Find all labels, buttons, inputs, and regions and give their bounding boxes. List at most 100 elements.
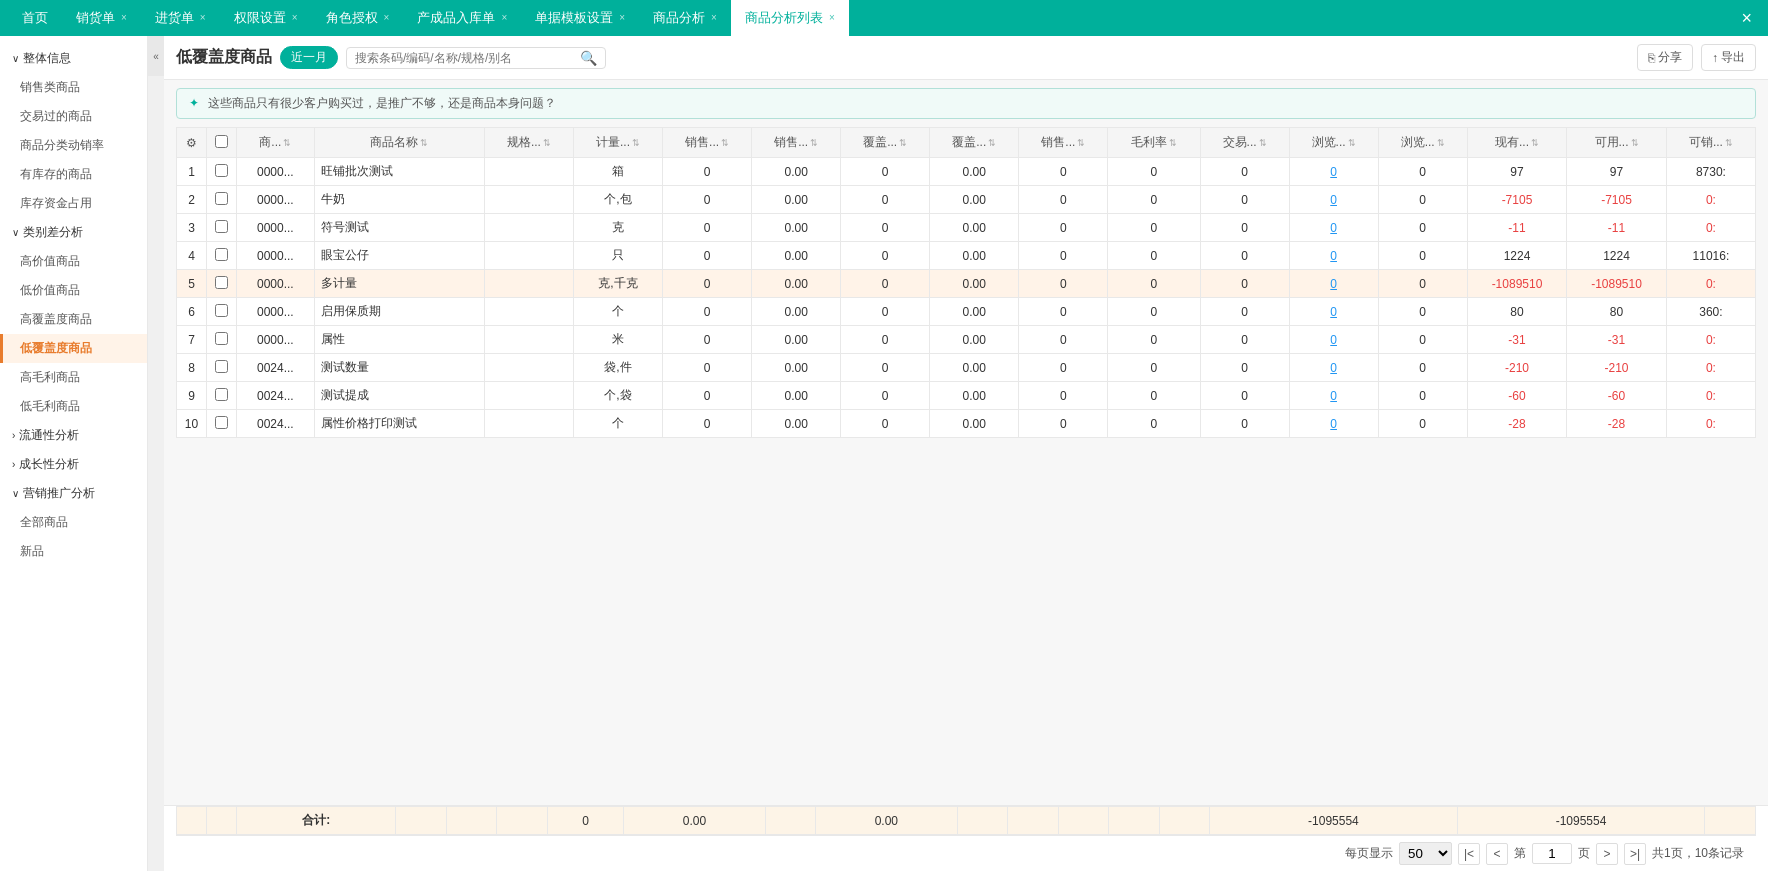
search-input[interactable] xyxy=(355,51,576,65)
th-sales-amt[interactable]: 销售...⇅ xyxy=(752,128,841,158)
cell-view1[interactable]: 0 xyxy=(1289,354,1378,382)
th-view2[interactable]: 浏览...⇅ xyxy=(1378,128,1467,158)
sidebar-section-flow[interactable]: › 流通性分析 xyxy=(0,421,147,450)
cell-check[interactable] xyxy=(207,326,237,354)
th-stock1[interactable]: 现有...⇅ xyxy=(1467,128,1567,158)
prev-page-button[interactable]: < xyxy=(1486,843,1508,865)
sidebar-collapse-button[interactable]: « xyxy=(148,36,164,76)
th-cover1[interactable]: 覆盖...⇅ xyxy=(841,128,930,158)
th-sellable[interactable]: 可销...⇅ xyxy=(1666,128,1755,158)
nav-tab-permissions-close[interactable]: × xyxy=(292,0,298,36)
nav-tab-sales-close[interactable]: × xyxy=(121,0,127,36)
th-gross[interactable]: 毛利率⇅ xyxy=(1108,128,1200,158)
next-page-button[interactable]: > xyxy=(1596,843,1618,865)
th-code[interactable]: 商...⇅ xyxy=(237,128,315,158)
window-close-button[interactable]: × xyxy=(1733,8,1760,29)
sidebar-item-stock-capital[interactable]: 库存资金占用 xyxy=(0,189,147,218)
select-all-checkbox[interactable] xyxy=(215,135,228,148)
cell-view1[interactable]: 0 xyxy=(1289,410,1378,438)
th-trade[interactable]: 交易...⇅ xyxy=(1200,128,1289,158)
last-page-button[interactable]: >| xyxy=(1624,843,1646,865)
th-sales-qty[interactable]: 销售...⇅ xyxy=(663,128,752,158)
sidebar-section-marketing[interactable]: ∨ 营销推广分析 xyxy=(0,479,147,508)
sidebar-item-traded-goods[interactable]: 交易过的商品 xyxy=(0,102,147,131)
cell-check[interactable] xyxy=(207,242,237,270)
cell-view1[interactable]: 0 xyxy=(1289,298,1378,326)
nav-tab-analysis[interactable]: 商品分析 × xyxy=(639,0,731,36)
nav-tab-sales[interactable]: 销货单 × xyxy=(62,0,141,36)
nav-tab-permissions[interactable]: 权限设置 × xyxy=(220,0,312,36)
nav-tab-home[interactable]: 首页 xyxy=(8,0,62,36)
share-button[interactable]: ⎘ 分享 xyxy=(1637,44,1693,71)
sidebar-item-stock-goods[interactable]: 有库存的商品 xyxy=(0,160,147,189)
sidebar-item-high-value[interactable]: 高价值商品 xyxy=(0,247,147,276)
th-stock2[interactable]: 可用...⇅ xyxy=(1567,128,1667,158)
nav-tab-template[interactable]: 单据模板设置 × xyxy=(521,0,639,36)
page-number-input[interactable] xyxy=(1532,843,1572,864)
row-checkbox[interactable] xyxy=(215,276,228,289)
th-settings[interactable]: ⚙ xyxy=(177,128,207,158)
sidebar-item-low-value[interactable]: 低价值商品 xyxy=(0,276,147,305)
cell-view1[interactable]: 0 xyxy=(1289,158,1378,186)
sidebar-item-low-margin[interactable]: 低毛利商品 xyxy=(0,392,147,421)
row-checkbox[interactable] xyxy=(215,192,228,205)
cell-stock1: -11 xyxy=(1467,214,1567,242)
table-row: 10 0024... 属性价格打印测试 个 0 0.00 0 0.00 0 0 … xyxy=(177,410,1756,438)
cell-view1[interactable]: 0 xyxy=(1289,242,1378,270)
nav-tab-roles-close[interactable]: × xyxy=(384,0,390,36)
row-checkbox[interactable] xyxy=(215,248,228,261)
nav-tab-analysis-list-close[interactable]: × xyxy=(829,0,835,36)
nav-tab-purchase-close[interactable]: × xyxy=(200,0,206,36)
row-checkbox[interactable] xyxy=(215,332,228,345)
sidebar-item-low-coverage[interactable]: 低覆盖度商品 xyxy=(0,334,147,363)
nav-tab-analysis-list[interactable]: 商品分析列表 × xyxy=(731,0,849,36)
cell-check[interactable] xyxy=(207,214,237,242)
cell-check[interactable] xyxy=(207,410,237,438)
th-check[interactable] xyxy=(207,128,237,158)
th-spec[interactable]: 规格...⇅ xyxy=(484,128,573,158)
nav-tab-analysis-close[interactable]: × xyxy=(711,0,717,36)
first-page-button[interactable]: |< xyxy=(1458,843,1480,865)
sidebar-item-new-goods[interactable]: 新品 xyxy=(0,537,147,566)
cell-view1[interactable]: 0 xyxy=(1289,326,1378,354)
row-checkbox[interactable] xyxy=(215,220,228,233)
sidebar-item-all-goods[interactable]: 全部商品 xyxy=(0,508,147,537)
content-header: 低覆盖度商品 近一月 🔍 ⎘ 分享 ↑ 导出 xyxy=(164,36,1768,80)
search-icon[interactable]: 🔍 xyxy=(580,50,597,66)
cell-check[interactable] xyxy=(207,186,237,214)
cell-check[interactable] xyxy=(207,382,237,410)
cell-check[interactable] xyxy=(207,298,237,326)
sidebar-item-high-margin[interactable]: 高毛利商品 xyxy=(0,363,147,392)
cell-view1[interactable]: 0 xyxy=(1289,270,1378,298)
cell-check[interactable] xyxy=(207,158,237,186)
nav-tab-finished-close[interactable]: × xyxy=(501,0,507,36)
nav-tab-purchase[interactable]: 进货单 × xyxy=(141,0,220,36)
th-sales3[interactable]: 销售...⇅ xyxy=(1019,128,1108,158)
row-checkbox[interactable] xyxy=(215,164,228,177)
cell-view1[interactable]: 0 xyxy=(1289,186,1378,214)
nav-tab-finished[interactable]: 产成品入库单 × xyxy=(403,0,521,36)
row-checkbox[interactable] xyxy=(215,360,228,373)
th-name[interactable]: 商品名称⇅ xyxy=(314,128,484,158)
filter-btn-month[interactable]: 近一月 xyxy=(280,46,338,69)
export-button[interactable]: ↑ 导出 xyxy=(1701,44,1756,71)
th-cover2[interactable]: 覆盖...⇅ xyxy=(930,128,1019,158)
sidebar-section-overall[interactable]: ∨ 整体信息 xyxy=(0,44,147,73)
sidebar-item-sales-goods[interactable]: 销售类商品 xyxy=(0,73,147,102)
sidebar-section-category[interactable]: ∨ 类别差分析 xyxy=(0,218,147,247)
nav-tab-roles[interactable]: 角色授权 × xyxy=(312,0,404,36)
row-checkbox[interactable] xyxy=(215,304,228,317)
cell-check[interactable] xyxy=(207,354,237,382)
sidebar-section-growth[interactable]: › 成长性分析 xyxy=(0,450,147,479)
nav-tab-template-close[interactable]: × xyxy=(619,0,625,36)
cell-view1[interactable]: 0 xyxy=(1289,214,1378,242)
row-checkbox[interactable] xyxy=(215,416,228,429)
cell-view1[interactable]: 0 xyxy=(1289,382,1378,410)
th-unit[interactable]: 计量...⇅ xyxy=(573,128,662,158)
th-view1[interactable]: 浏览...⇅ xyxy=(1289,128,1378,158)
cell-check[interactable] xyxy=(207,270,237,298)
sidebar-item-category-rate[interactable]: 商品分类动销率 xyxy=(0,131,147,160)
sidebar-item-high-coverage[interactable]: 高覆盖度商品 xyxy=(0,305,147,334)
row-checkbox[interactable] xyxy=(215,388,228,401)
page-size-select[interactable]: 50100200 xyxy=(1399,842,1452,865)
